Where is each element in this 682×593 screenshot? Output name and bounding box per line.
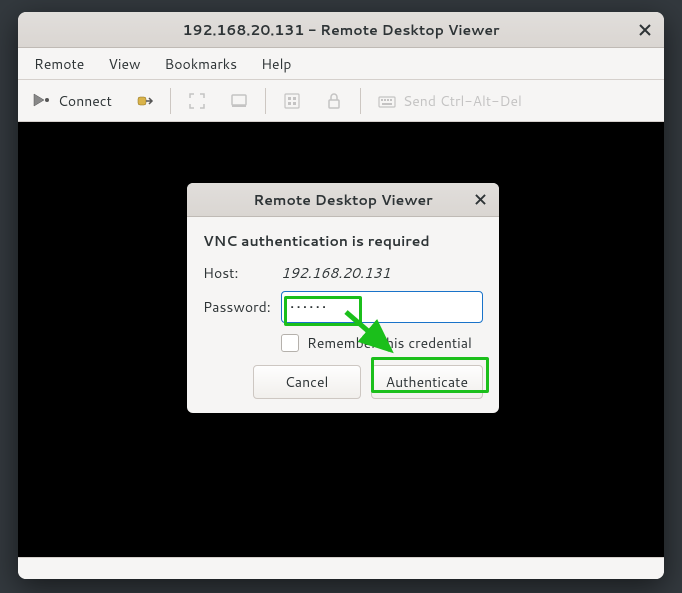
connect-icon (32, 91, 52, 111)
toolbar-separator (265, 88, 266, 114)
send-cad-label: Send Ctrl-Alt-Del (403, 91, 522, 111)
menu-help[interactable]: Help (251, 50, 301, 78)
statusbar (18, 557, 664, 579)
window-title: 192.168.20.131 - Remote Desktop Viewer (182, 20, 499, 40)
connect-button[interactable]: Connect (24, 84, 120, 118)
host-row: Host: 192.168.20.131 (203, 263, 483, 283)
close-icon (639, 24, 651, 36)
host-label: Host: (203, 263, 281, 283)
menu-bookmarks[interactable]: Bookmarks (155, 50, 248, 78)
screenshot-icon (229, 91, 249, 111)
password-input[interactable] (281, 291, 483, 323)
fullscreen-icon (187, 91, 207, 111)
toolbar-separator (360, 88, 361, 114)
auth-dialog: Remote Desktop Viewer VNC authentication… (187, 183, 499, 413)
fullscreen-button[interactable] (179, 84, 215, 118)
password-row: Password: (203, 291, 483, 323)
dialog-content: VNC authentication is required Host: 192… (187, 217, 499, 413)
dialog-title: Remote Desktop Viewer (253, 190, 432, 210)
dialog-heading: VNC authentication is required (203, 231, 483, 251)
send-cad-button[interactable]: Send Ctrl-Alt-Del (369, 84, 530, 118)
close-icon (475, 194, 486, 205)
remember-checkbox[interactable] (281, 334, 299, 352)
toolbar-separator (170, 88, 171, 114)
toolbar: Connect (18, 80, 664, 122)
remember-label: Remember this credential (307, 333, 472, 353)
readonly-button[interactable] (316, 84, 352, 118)
disconnect-button[interactable] (126, 84, 162, 118)
keyboard-icon (377, 91, 397, 111)
connect-label: Connect (58, 91, 112, 111)
titlebar: 192.168.20.131 - Remote Desktop Viewer (18, 12, 664, 48)
authenticate-button[interactable]: Authenticate (371, 365, 483, 399)
cancel-button[interactable]: Cancel (253, 365, 361, 399)
host-value: 192.168.20.131 (281, 263, 390, 283)
menu-remote[interactable]: Remote (24, 50, 94, 78)
scaling-button[interactable] (274, 84, 310, 118)
dialog-buttons: Cancel Authenticate (203, 365, 483, 399)
lock-icon (324, 91, 344, 111)
remember-row: Remember this credential (281, 333, 483, 353)
dialog-close-button[interactable] (467, 187, 493, 213)
screenshot-button[interactable] (221, 84, 257, 118)
window-close-button[interactable] (632, 17, 658, 43)
disconnect-icon (134, 91, 154, 111)
scaling-icon (282, 91, 302, 111)
menu-view[interactable]: View (98, 50, 150, 78)
password-label: Password: (203, 297, 281, 317)
menubar: Remote View Bookmarks Help (18, 48, 664, 80)
dialog-titlebar: Remote Desktop Viewer (187, 183, 499, 217)
